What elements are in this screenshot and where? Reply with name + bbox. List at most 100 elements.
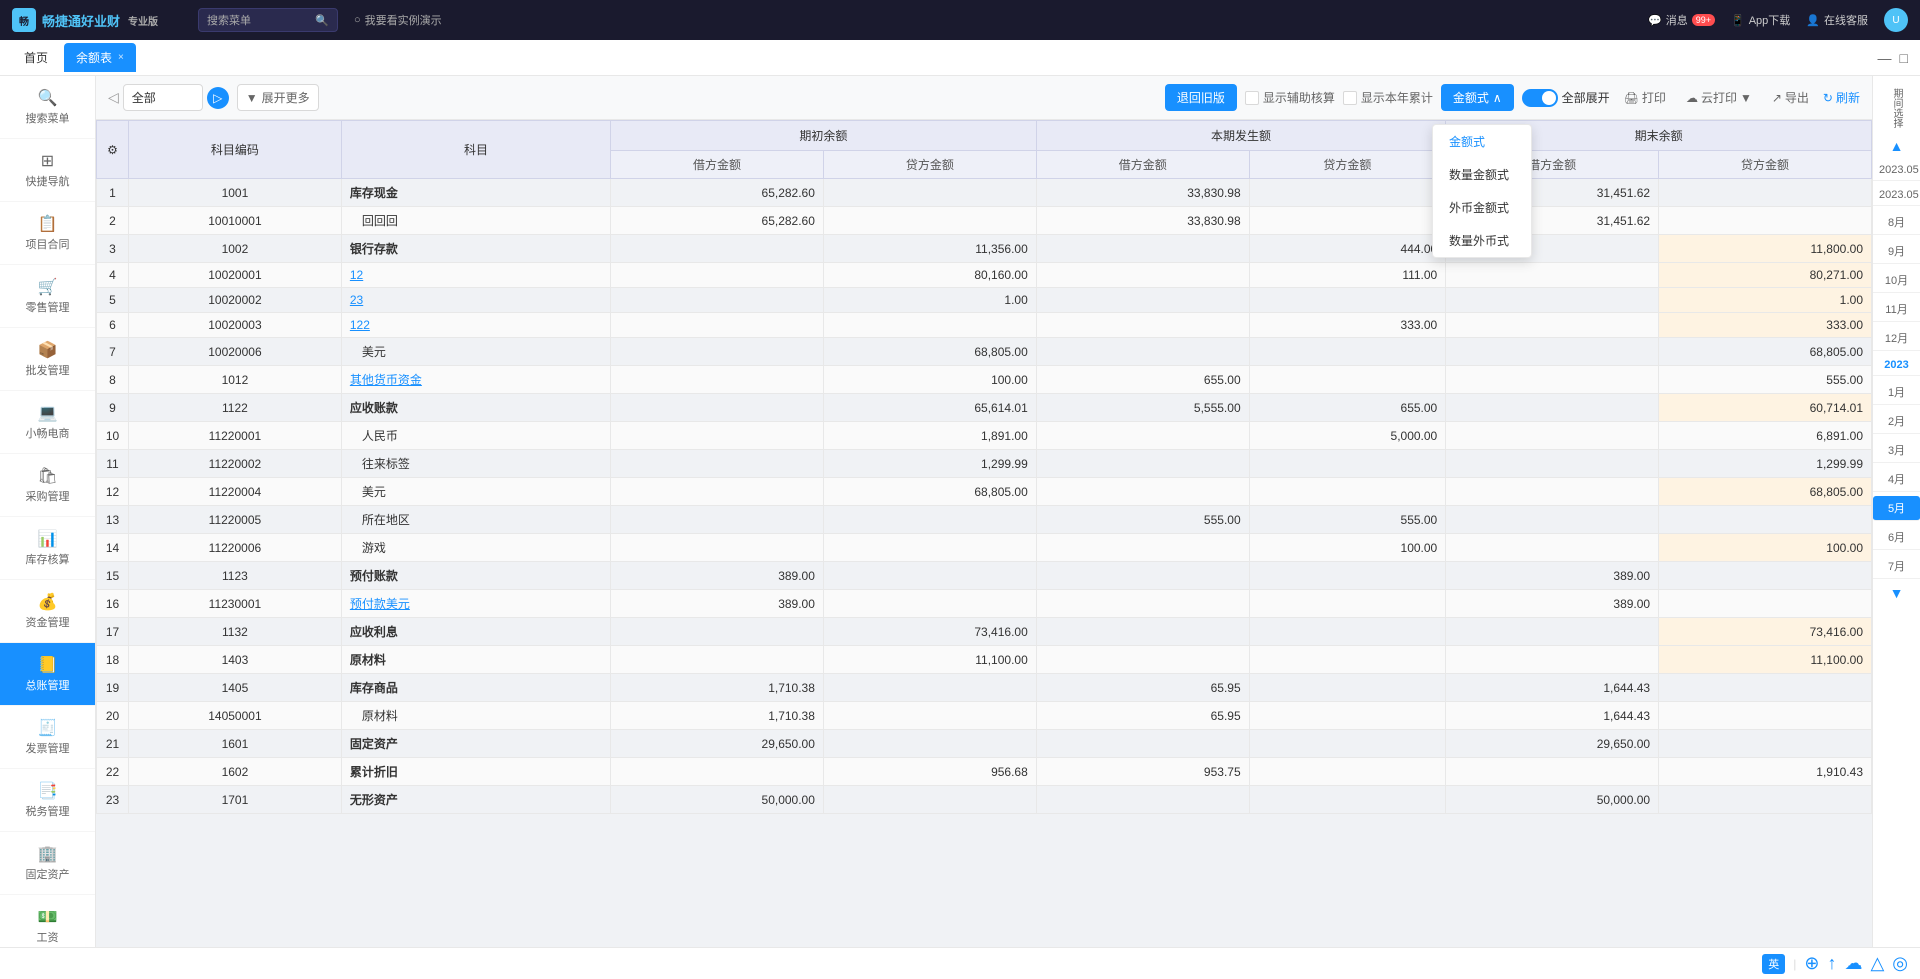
expand-more-label: 展开更多 (262, 89, 310, 106)
sidebar-item-ecommerce[interactable]: 💻 小畅电商 (0, 391, 95, 454)
sidebar-item-fund[interactable]: 💰 资金管理 (0, 580, 95, 643)
table-row: 510020002231.001.00 (97, 288, 1872, 313)
content-area: ◁ 全部 ▷ ▼ 展开更多 退回旧版 显示辅助核算 (96, 76, 1872, 947)
sidebar-item-invoice[interactable]: 🧾 发票管理 (0, 706, 95, 769)
period-item-11[interactable]: 11月 (1873, 297, 1920, 322)
sidebar-item-tax[interactable]: 📑 税务管理 (0, 769, 95, 832)
sidebar-item-assets[interactable]: 🏢 固定资产 (0, 832, 95, 895)
check-subsidiary-item[interactable]: 显示辅助核算 (1245, 89, 1335, 106)
period-item-7[interactable]: 7月 (1873, 554, 1920, 579)
row-code: 10020003 (129, 313, 342, 338)
nav-back-icon[interactable]: ◁ (108, 89, 119, 106)
period-item-2[interactable]: 2月 (1873, 409, 1920, 434)
row-value (1659, 590, 1872, 618)
nav-input[interactable]: 全部 (123, 84, 203, 111)
refresh-btn[interactable]: ↻ 刷新 (1823, 89, 1860, 106)
check-subsidiary-box[interactable] (1245, 91, 1259, 105)
row-name[interactable]: 12 (341, 263, 610, 288)
row-number: 4 (97, 263, 129, 288)
row-value: 65.95 (1036, 674, 1249, 702)
table-row: 11001库存现金65,282.6033,830.9831,451.62 (97, 179, 1872, 207)
tab-close-icon[interactable]: × (118, 52, 124, 63)
row-value: 555.00 (1249, 506, 1446, 534)
ob-debit-header: 借方金额 (611, 151, 824, 179)
row-value (1249, 288, 1446, 313)
tab-home[interactable]: 首页 (12, 43, 60, 72)
period-item-8[interactable]: 8月 (1873, 210, 1920, 235)
sidebar-item-project[interactable]: 📋 项目合同 (0, 202, 95, 265)
table-row: 31002银行存款11,356.00444.0011,800.00 (97, 235, 1872, 263)
bottom-icon-4[interactable]: △ (1870, 953, 1884, 974)
period-item-12[interactable]: 12月 (1873, 326, 1920, 351)
period-item-1[interactable]: 1月 (1873, 380, 1920, 405)
row-value (1446, 450, 1659, 478)
demo-link[interactable]: ○ 我要看实例演示 (354, 12, 442, 28)
period-down-btn[interactable]: ▼ (1888, 583, 1906, 603)
app-download-btn[interactable]: 📱 App下载 (1731, 12, 1790, 28)
sidebar-item-purchase[interactable]: 🛍 采购管理 (0, 454, 95, 517)
sidebar-item-salary[interactable]: 💵 工资 (0, 895, 95, 947)
sidebar-item-retail[interactable]: 🛒 零售管理 (0, 265, 95, 328)
period-item-4[interactable]: 4月 (1873, 467, 1920, 492)
check-yearly-item[interactable]: 显示本年累计 (1343, 89, 1433, 106)
message-btn[interactable]: 💬 消息 99+ (1648, 12, 1715, 28)
tab-maximize-icon[interactable]: □ (1900, 50, 1908, 66)
period-item-year-2023[interactable]: 2023 (1873, 355, 1920, 376)
lang-btn[interactable]: 英 (1762, 954, 1785, 974)
row-code: 10020006 (129, 338, 342, 366)
nav-forward-btn[interactable]: ▷ (207, 87, 229, 109)
sidebar-item-inventory[interactable]: 📊 库存核算 (0, 517, 95, 580)
sidebar-item-wholesale[interactable]: 📦 批发管理 (0, 328, 95, 391)
row-name[interactable]: 其他货币资金 (341, 366, 610, 394)
period-item-202305-2[interactable]: 2023.05 (1873, 185, 1920, 206)
sidebar-item-ledger[interactable]: 📒 总账管理 (0, 643, 95, 706)
row-value (1036, 562, 1249, 590)
dropdown-item-qty-jine[interactable]: 数量金额式 (1433, 158, 1531, 191)
sidebar-item-search[interactable]: 🔍 搜索菜单 (0, 76, 95, 139)
row-value: 29,650.00 (611, 730, 824, 758)
period-item-3[interactable]: 3月 (1873, 438, 1920, 463)
bottom-bar: 英 | ⊕ ↑ ☁ △ ◎ (0, 947, 1920, 979)
dropdown-item-fx-jine[interactable]: 外币金额式 (1433, 191, 1531, 224)
dropdown-item-qty-fx[interactable]: 数量外币式 (1433, 224, 1531, 257)
ob-credit-header: 贷方金额 (823, 151, 1036, 179)
row-value: 1,891.00 (823, 422, 1036, 450)
bottom-icon-5[interactable]: ◎ (1892, 953, 1908, 974)
tab-minimize-icon[interactable]: — (1878, 50, 1892, 66)
print-btn[interactable]: 🖨 打印 (1618, 85, 1672, 110)
cloud-print-btn[interactable]: ☁ 云打印 ▼ (1680, 85, 1758, 110)
bottom-icon-3[interactable]: ☁ (1844, 953, 1862, 974)
amount-mode-btn[interactable]: 金额式 ∧ (1441, 84, 1514, 111)
online-service-btn[interactable]: 👤 在线客服 (1806, 12, 1868, 28)
quicknav-icon: ⊞ (8, 151, 87, 171)
return-old-version-btn[interactable]: 退回旧版 (1165, 84, 1237, 111)
dropdown-item-jine[interactable]: 金额式 (1433, 125, 1531, 158)
bottom-icon-2[interactable]: ↑ (1827, 953, 1836, 974)
row-name[interactable]: 122 (341, 313, 610, 338)
toggle-expand-switch[interactable] (1522, 89, 1558, 107)
sidebar-item-quicknav[interactable]: ⊞ 快捷导航 (0, 139, 95, 202)
period-item-9[interactable]: 9月 (1873, 239, 1920, 264)
row-value: 65,282.60 (611, 179, 824, 207)
wholesale-icon: 📦 (8, 340, 87, 360)
check-yearly-box[interactable] (1343, 91, 1357, 105)
row-number: 5 (97, 288, 129, 313)
period-up-btn[interactable]: ▲ (1888, 136, 1906, 156)
row-name[interactable]: 预付款美元 (341, 590, 610, 618)
inventory-icon: 📊 (8, 529, 87, 549)
row-value (1249, 674, 1446, 702)
period-item-6[interactable]: 6月 (1873, 525, 1920, 550)
search-bar[interactable]: 搜索菜单 🔍 (198, 8, 338, 32)
user-avatar-btn[interactable]: U (1884, 8, 1908, 32)
period-item-5[interactable]: 5月 (1873, 496, 1920, 521)
row-value: 65,282.60 (611, 207, 824, 235)
table-settings-icon[interactable]: ⚙ (107, 143, 118, 157)
bottom-icon-1[interactable]: ⊕ (1804, 953, 1819, 974)
row-name[interactable]: 23 (341, 288, 610, 313)
period-item-202305[interactable]: 2023.05 (1873, 160, 1920, 181)
row-value: 100.00 (1249, 534, 1446, 562)
tab-balance[interactable]: 余额表 × (64, 43, 136, 72)
expand-more-btn[interactable]: ▼ 展开更多 (237, 84, 319, 111)
period-item-10[interactable]: 10月 (1873, 268, 1920, 293)
export-btn[interactable]: ↗ 导出 (1766, 85, 1815, 110)
